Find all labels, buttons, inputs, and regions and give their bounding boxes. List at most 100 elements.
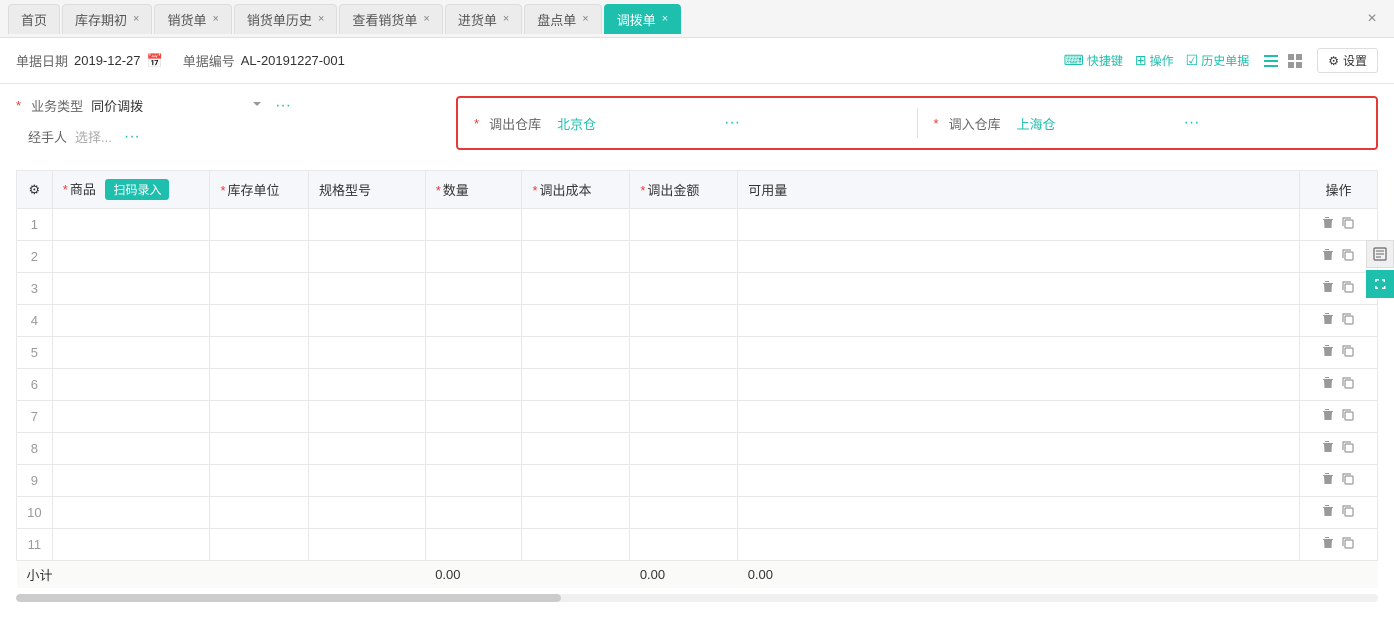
scroll-thumb[interactable] [16,594,561,602]
row-quantity-9[interactable] [425,465,522,497]
row-quantity-2[interactable] [425,241,522,273]
row-product-3[interactable] [52,273,210,305]
row-quantity-6[interactable] [425,369,522,401]
operator-more-btn[interactable]: ··· [124,128,140,146]
delete-row-1-button[interactable] [1321,216,1335,233]
source-warehouse-more-btn[interactable]: ··· [724,114,740,132]
delete-row-4-button[interactable] [1321,312,1335,329]
expand-side-button[interactable] [1366,270,1394,298]
row-cost-7[interactable] [522,401,630,433]
delete-row-9-button[interactable] [1321,472,1335,489]
row-available-11[interactable] [738,529,1300,561]
operations-link[interactable]: ⊞ 操作 [1135,52,1174,69]
dest-warehouse-more-btn[interactable]: ··· [1184,114,1200,132]
row-amount-1[interactable] [630,209,738,241]
horizontal-scrollbar[interactable] [16,594,1378,602]
delete-row-10-button[interactable] [1321,504,1335,521]
copy-row-3-button[interactable] [1341,280,1355,297]
row-available-10[interactable] [738,497,1300,529]
row-product-8[interactable] [52,433,210,465]
row-spec-1[interactable] [309,209,426,241]
row-amount-11[interactable] [630,529,738,561]
tab-close-purchase-order[interactable]: × [503,13,509,25]
row-unit-6[interactable] [210,369,309,401]
delete-row-3-button[interactable] [1321,280,1335,297]
row-product-7[interactable] [52,401,210,433]
tab-transfer-order[interactable]: 调拨单 × [604,4,681,34]
copy-row-9-button[interactable] [1341,472,1355,489]
row-quantity-11[interactable] [425,529,522,561]
row-quantity-8[interactable] [425,433,522,465]
tab-close-inventory-init[interactable]: × [133,13,139,25]
row-available-3[interactable] [738,273,1300,305]
row-spec-6[interactable] [309,369,426,401]
business-type-more-btn[interactable]: ··· [275,97,291,115]
row-available-4[interactable] [738,305,1300,337]
row-quantity-4[interactable] [425,305,522,337]
row-product-11[interactable] [52,529,210,561]
row-unit-1[interactable] [210,209,309,241]
row-product-2[interactable] [52,241,210,273]
row-product-6[interactable] [52,369,210,401]
row-available-5[interactable] [738,337,1300,369]
row-quantity-3[interactable] [425,273,522,305]
row-unit-11[interactable] [210,529,309,561]
row-amount-3[interactable] [630,273,738,305]
row-spec-4[interactable] [309,305,426,337]
row-cost-11[interactable] [522,529,630,561]
row-quantity-5[interactable] [425,337,522,369]
row-amount-4[interactable] [630,305,738,337]
row-spec-3[interactable] [309,273,426,305]
copy-row-2-button[interactable] [1341,248,1355,265]
copy-row-1-button[interactable] [1341,216,1355,233]
row-amount-10[interactable] [630,497,738,529]
delete-row-7-button[interactable] [1321,408,1335,425]
business-type-arrow[interactable] [251,98,263,113]
scan-button[interactable]: 扫码录入 [105,179,169,200]
delete-row-11-button[interactable] [1321,536,1335,553]
tab-close-transfer-order[interactable]: × [662,13,668,25]
row-spec-11[interactable] [309,529,426,561]
row-cost-5[interactable] [522,337,630,369]
operator-select[interactable]: 选择... [75,127,112,146]
tab-close-view-sales[interactable]: × [423,13,429,25]
tab-home[interactable]: 首页 [8,4,60,34]
copy-row-11-button[interactable] [1341,536,1355,553]
row-unit-10[interactable] [210,497,309,529]
tab-close-inventory-count[interactable]: × [582,13,588,25]
tab-close-sales-history[interactable]: × [318,13,324,25]
row-available-7[interactable] [738,401,1300,433]
row-cost-4[interactable] [522,305,630,337]
copy-row-7-button[interactable] [1341,408,1355,425]
note-side-button[interactable] [1366,240,1394,268]
row-amount-9[interactable] [630,465,738,497]
row-product-1[interactable] [52,209,210,241]
row-cost-2[interactable] [522,241,630,273]
row-product-4[interactable] [52,305,210,337]
tab-inventory-init[interactable]: 库存期初 × [62,4,152,34]
tab-close-sales-order[interactable]: × [212,13,218,25]
row-amount-6[interactable] [630,369,738,401]
row-quantity-10[interactable] [425,497,522,529]
row-product-5[interactable] [52,337,210,369]
shortcuts-link[interactable]: ⌨ 快捷键 [1064,52,1123,69]
row-spec-8[interactable] [309,433,426,465]
row-cost-3[interactable] [522,273,630,305]
row-spec-10[interactable] [309,497,426,529]
row-unit-3[interactable] [210,273,309,305]
row-product-9[interactable] [52,465,210,497]
business-type-dropdown[interactable]: 同价调拨 [91,96,143,115]
history-link[interactable]: ☑ 历史单据 [1186,52,1250,69]
tab-purchase-order[interactable]: 进货单 × [445,4,522,34]
copy-row-4-button[interactable] [1341,312,1355,329]
row-available-1[interactable] [738,209,1300,241]
row-available-9[interactable] [738,465,1300,497]
layout-grid-icon[interactable] [1285,51,1305,71]
copy-row-6-button[interactable] [1341,376,1355,393]
row-unit-9[interactable] [210,465,309,497]
row-available-8[interactable] [738,433,1300,465]
row-spec-9[interactable] [309,465,426,497]
delete-row-2-button[interactable] [1321,248,1335,265]
row-cost-8[interactable] [522,433,630,465]
row-cost-10[interactable] [522,497,630,529]
